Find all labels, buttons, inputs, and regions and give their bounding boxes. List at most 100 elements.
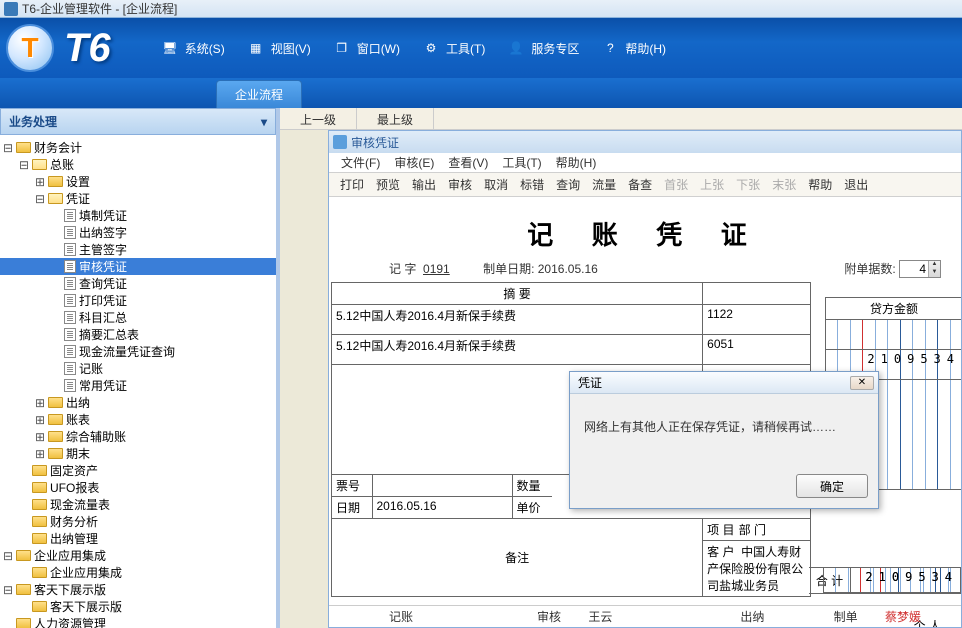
tree-toggle[interactable]: ⊞ <box>32 447 48 461</box>
tree-toggle[interactable]: ⊟ <box>0 583 16 597</box>
dialog-message: 网络上有其他人正在保存凭证，请稍候再试…… <box>570 394 878 474</box>
tree-item[interactable]: 固定资产 <box>0 462 276 479</box>
dialog-ok-button[interactable]: 确定 <box>796 474 868 498</box>
tree-label: 财务分析 <box>50 513 98 530</box>
tree-toggle[interactable]: ⊟ <box>0 141 16 155</box>
toolbar-输出[interactable]: 输出 <box>407 174 441 195</box>
tree-item[interactable]: ⊟总账 <box>0 156 276 173</box>
tree-toggle[interactable]: ⊟ <box>0 549 16 563</box>
tree-item[interactable]: 打印凭证 <box>0 292 276 309</box>
toolbar-取消[interactable]: 取消 <box>479 174 513 195</box>
tree-item[interactable]: ⊟ 客天下展示版 <box>0 581 276 598</box>
tree-label: 企业应用集成 <box>50 564 122 581</box>
tree-label: 账表 <box>66 411 90 428</box>
dialog-close-button[interactable]: ✕ <box>850 376 874 390</box>
submenu-item[interactable]: 审核(E) <box>388 152 440 173</box>
tree-label: 企业应用集成 <box>34 547 106 564</box>
tree-item[interactable]: ⊟ 企业应用集成 <box>0 547 276 564</box>
toolbar-标错[interactable]: 标错 <box>515 174 549 195</box>
voucher-word-label: 记 字 <box>389 262 416 276</box>
attach-count-input[interactable] <box>900 262 928 276</box>
tree-label: 期末 <box>66 445 90 462</box>
folder-icon <box>48 193 63 204</box>
subject-cell: 1122 <box>703 305 811 335</box>
breadcrumb-item[interactable]: 最上级 <box>357 108 434 129</box>
breadcrumb-item[interactable]: 上一级 <box>280 108 357 129</box>
tree-item[interactable]: 摘要汇总表 <box>0 326 276 343</box>
ticket-label: 票号 <box>332 475 372 497</box>
spinner-down[interactable]: ▼ <box>929 269 940 277</box>
toolbar-退出[interactable]: 退出 <box>839 174 873 195</box>
menu-monitor[interactable]: 🖥系统(S) <box>151 35 235 61</box>
total-credit: 2109534 <box>865 570 958 584</box>
tree-label: 客天下展示版 <box>34 581 106 598</box>
submenu-item[interactable]: 查看(V) <box>442 152 494 173</box>
tree-label: UFO报表 <box>50 479 99 496</box>
summary-cell: 5.12中国人寿2016.4月新保手续费 <box>332 305 703 335</box>
attach-count-spinner[interactable]: ▲▼ <box>899 260 941 278</box>
tree-item[interactable]: ⊞出纳 <box>0 394 276 411</box>
tree-label: 出纳签字 <box>79 224 127 241</box>
tree-label: 凭证 <box>66 190 90 207</box>
toolbar-末张: 末张 <box>767 174 801 195</box>
tree-item[interactable]: ⊞设置 <box>0 173 276 190</box>
tree-item[interactable]: 企业应用集成 <box>0 564 276 581</box>
toolbar-备查[interactable]: 备查 <box>623 174 657 195</box>
tree-toggle[interactable]: ⊟ <box>32 192 48 206</box>
price-label: 单价 <box>512 497 552 519</box>
tree-item[interactable]: 记账 <box>0 360 276 377</box>
toolbar-预览[interactable]: 预览 <box>371 174 405 195</box>
tree-toggle[interactable]: ⊟ <box>16 158 32 172</box>
menu-user[interactable]: 👤服务专区 <box>497 35 589 61</box>
document-icon <box>64 379 76 392</box>
tree-item[interactable]: 常用凭证 <box>0 377 276 394</box>
tree-item[interactable]: 出纳签字 <box>0 224 276 241</box>
toolbar-流量[interactable]: 流量 <box>587 174 621 195</box>
menu-windows[interactable]: ❐窗口(W) <box>323 35 410 61</box>
tree-toggle[interactable]: ⊞ <box>32 175 48 189</box>
tree-item[interactable]: 主管签字 <box>0 241 276 258</box>
tree-item[interactable]: UFO报表 <box>0 479 276 496</box>
folder-icon <box>16 618 31 628</box>
tree-item[interactable]: 出纳管理 <box>0 530 276 547</box>
tree-label: 摘要汇总表 <box>79 326 139 343</box>
tree-item[interactable]: ⊞ 期末 <box>0 445 276 462</box>
nav-tree[interactable]: ⊟财务会计⊟总账⊞设置⊟凭证填制凭证出纳签字主管签字审核凭证查询凭证打印凭证科目… <box>0 135 276 628</box>
toolbar-审核[interactable]: 审核 <box>443 174 477 195</box>
tree-item[interactable]: ⊟ 凭证 <box>0 190 276 207</box>
subject-cell: 6051 <box>703 335 811 365</box>
menu-gear[interactable]: ⚙工具(T) <box>412 35 495 61</box>
dialog-header[interactable]: 凭证 ✕ <box>570 372 878 394</box>
tab-enterprise-flow[interactable]: 企业流程 <box>216 80 302 108</box>
menu-grid[interactable]: ▦视图(V) <box>237 35 321 61</box>
voucher-info-row: 记 字 0191 制单日期: 2016.05.16 附单据数: ▲▼ <box>329 260 961 282</box>
tree-item[interactable]: ⊞ 账表 <box>0 411 276 428</box>
folder-icon <box>32 482 47 493</box>
tree-item[interactable]: 查询凭证 <box>0 275 276 292</box>
document-icon <box>64 362 76 375</box>
submenu-item[interactable]: 帮助(H) <box>550 152 603 173</box>
tree-item[interactable]: ⊞综合辅助账 <box>0 428 276 445</box>
qty-label: 数量 <box>512 475 552 497</box>
submenu-item[interactable]: 工具(T) <box>496 152 547 173</box>
toolbar-下张: 下张 <box>731 174 765 195</box>
menu-help[interactable]: ?帮助(H) <box>591 35 676 61</box>
tree-item[interactable]: 填制凭证 <box>0 207 276 224</box>
tree-toggle[interactable]: ⊞ <box>32 396 48 410</box>
tree-item[interactable]: ⊟财务会计 <box>0 139 276 156</box>
tree-item[interactable]: 审核凭证 <box>0 258 276 275</box>
toolbar-打印[interactable]: 打印 <box>335 174 369 195</box>
toolbar-帮助[interactable]: 帮助 <box>803 174 837 195</box>
submenu-item[interactable]: 文件(F) <box>335 152 386 173</box>
tree-toggle[interactable]: ⊞ <box>32 430 48 444</box>
tree-item[interactable]: 人力资源管理 <box>0 615 276 628</box>
tree-item[interactable]: 科目汇总 <box>0 309 276 326</box>
tree-toggle[interactable]: ⊞ <box>32 413 48 427</box>
spinner-up[interactable]: ▲ <box>929 261 940 269</box>
sidebar-collapse-icon[interactable]: ▾ <box>261 115 267 129</box>
tree-item[interactable]: 现金流量凭证查询 <box>0 343 276 360</box>
toolbar-查询[interactable]: 查询 <box>551 174 585 195</box>
tree-item[interactable]: 客天下展示版 <box>0 598 276 615</box>
tree-item[interactable]: 现金流量表 <box>0 496 276 513</box>
tree-item[interactable]: 财务分析 <box>0 513 276 530</box>
